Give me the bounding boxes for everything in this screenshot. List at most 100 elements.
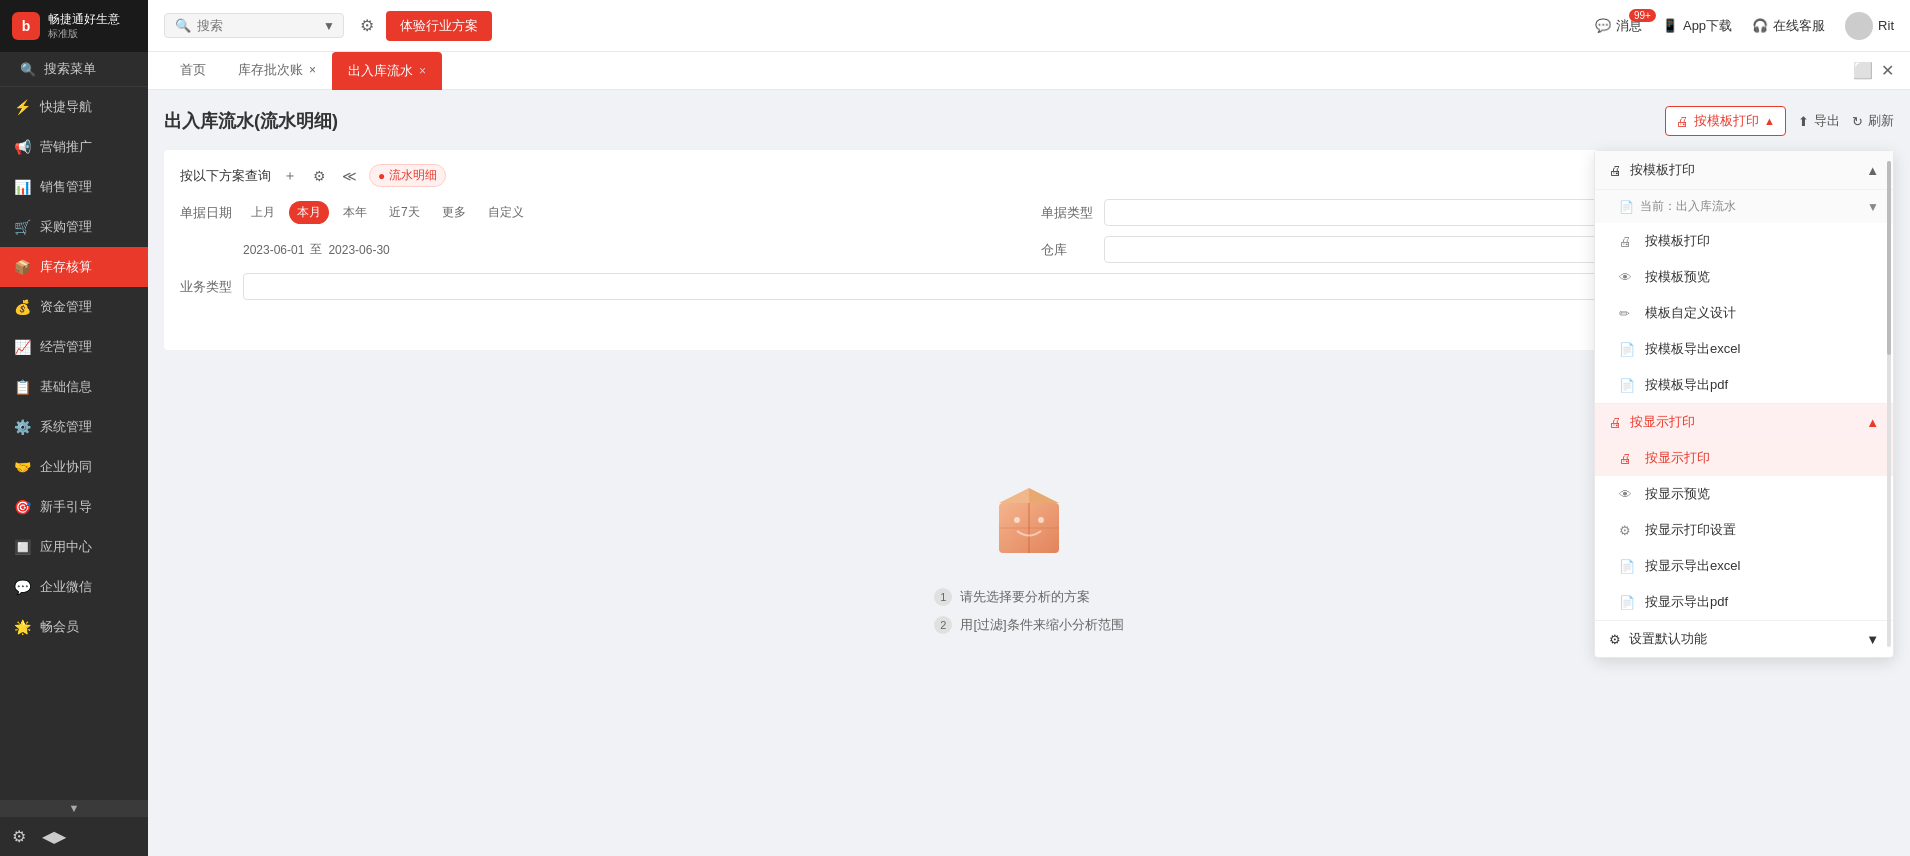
- settings-gear-icon[interactable]: ⚙: [12, 827, 26, 846]
- sidebar-item-marketing[interactable]: 📢 营销推广: [0, 127, 148, 167]
- sidebar-search[interactable]: 🔍 搜索菜单: [0, 52, 148, 87]
- sidebar-item-label: 系统管理: [40, 418, 136, 436]
- dropdown-item-template-print[interactable]: 🖨 按模板打印: [1595, 223, 1893, 259]
- sidebar-item-apps[interactable]: 🔲 应用中心: [0, 527, 148, 567]
- set-default-label: 设置默认功能: [1629, 630, 1707, 648]
- date-custom[interactable]: 自定义: [480, 201, 532, 224]
- dropdown-item-set-default[interactable]: ⚙ 设置默认功能 ▼: [1595, 620, 1893, 657]
- display-pdf-label: 按显示导出pdf: [1645, 593, 1728, 611]
- filter-settings-button[interactable]: ⚙: [309, 166, 330, 186]
- close-window-icon[interactable]: ✕: [1881, 61, 1894, 80]
- panel-collapse-icon[interactable]: ▲: [1866, 163, 1879, 178]
- collapse-sidebar-icon[interactable]: ◀▶: [42, 827, 66, 846]
- sidebar-item-guide[interactable]: 🎯 新手引导: [0, 487, 148, 527]
- export-label: 导出: [1814, 112, 1840, 130]
- sidebar-item-system[interactable]: ⚙️ 系统管理: [0, 407, 148, 447]
- panel-scrollbar[interactable]: [1887, 161, 1891, 647]
- sidebar-scroll-down[interactable]: ▼: [0, 800, 148, 816]
- tab-home[interactable]: 首页: [164, 52, 222, 90]
- filter-collapse-button[interactable]: ≪: [338, 166, 361, 186]
- display-print-header-icon: 🖨: [1609, 415, 1622, 430]
- set-default-chevron-icon: ▼: [1866, 632, 1879, 647]
- system-icon: ⚙️: [12, 419, 32, 435]
- guide-icon: 🎯: [12, 499, 32, 515]
- headset-icon: 🎧: [1752, 18, 1768, 33]
- dropdown-panel-header: 🖨 按模板打印 ▲: [1595, 151, 1893, 190]
- refresh-label: 刷新: [1868, 112, 1894, 130]
- sidebar-item-basics[interactable]: 📋 基础信息: [0, 367, 148, 407]
- user-avatar: [1845, 12, 1873, 40]
- sidebar-item-cooperation[interactable]: 🤝 企业协同: [0, 447, 148, 487]
- customer-service-label: 在线客服: [1773, 17, 1825, 35]
- date-last-month[interactable]: 上月: [243, 201, 283, 224]
- display-preview-icon: 👁: [1619, 487, 1635, 502]
- dropdown-item-template-export-pdf[interactable]: 📄 按模板导出pdf: [1595, 367, 1893, 403]
- dropdown-item-template-export-excel[interactable]: 📄 按模板导出excel: [1595, 331, 1893, 367]
- sidebar-item-sales[interactable]: 📊 销售管理: [0, 167, 148, 207]
- sidebar-item-inventory[interactable]: 📦 库存核算: [0, 247, 148, 287]
- dropdown-item-display-preview[interactable]: 👁 按显示预览: [1595, 476, 1893, 512]
- dropdown-item-display-export-pdf[interactable]: 📄 按显示导出pdf: [1595, 584, 1893, 620]
- export-button[interactable]: ⬆ 导出: [1798, 112, 1840, 130]
- maximize-icon[interactable]: ⬜: [1853, 61, 1873, 80]
- tabs-bar: 首页 库存批次账 × 出入库流水 × ⬜ ✕: [148, 52, 1910, 90]
- topbar-search-input[interactable]: [197, 18, 317, 33]
- export-icon: ⬆: [1798, 114, 1809, 129]
- svg-marker-2: [1029, 488, 1059, 503]
- display-print-collapse-icon: ▲: [1866, 415, 1879, 430]
- topbar-search-box[interactable]: 🔍 ▼: [164, 13, 344, 38]
- dropdown-item-template-preview[interactable]: 👁 按模板预览: [1595, 259, 1893, 295]
- sidebar-item-purchase[interactable]: 🛒 采购管理: [0, 207, 148, 247]
- refresh-button[interactable]: ↻ 刷新: [1852, 112, 1894, 130]
- marketing-icon: 📢: [12, 139, 32, 155]
- current-label-text: 当前：出入库流水: [1640, 198, 1736, 215]
- step-1-number: 1: [934, 588, 952, 606]
- display-preview-label: 按显示预览: [1645, 485, 1710, 503]
- date-this-year[interactable]: 本年: [335, 201, 375, 224]
- tab-inventory-flow-label: 出入库流水: [348, 62, 413, 80]
- date-this-month[interactable]: 本月: [289, 201, 329, 224]
- dropdown-item-display-print-settings[interactable]: ⚙ 按显示打印设置: [1595, 512, 1893, 548]
- sidebar-item-finance[interactable]: 💰 资金管理: [0, 287, 148, 327]
- user-profile-button[interactable]: Rit: [1845, 12, 1894, 40]
- dropdown-item-display-export-excel[interactable]: 📄 按显示导出excel: [1595, 548, 1893, 584]
- filter-add-button[interactable]: ＋: [279, 165, 301, 187]
- dropdown-display-print-header[interactable]: 🖨 按显示打印 ▲: [1595, 403, 1893, 440]
- tab-batch-account[interactable]: 库存批次账 ×: [222, 52, 332, 90]
- date-options: 上月 本月 本年 近7天 更多 自定义: [243, 201, 532, 224]
- customer-service-button[interactable]: 🎧 在线客服: [1752, 17, 1825, 35]
- current-template-label: 📄 当前：出入库流水 ▼: [1595, 190, 1893, 223]
- topbar: 🔍 ▼ ⚙ 体验行业方案 💬 消息 99+ 📱 App下载 🎧 在线客服 R: [148, 0, 1910, 52]
- sidebar-item-operations[interactable]: 📈 经营管理: [0, 327, 148, 367]
- industry-solution-button[interactable]: 体验行业方案: [386, 11, 492, 41]
- sidebar-item-quick-nav[interactable]: ⚡ 快捷导航: [0, 87, 148, 127]
- app-download-button[interactable]: 📱 App下载: [1662, 17, 1732, 35]
- dropdown-item-template-customize[interactable]: ✏ 模板自定义设计: [1595, 295, 1893, 331]
- current-chevron-icon: ▼: [1867, 200, 1879, 214]
- panel-title: 按模板打印: [1630, 161, 1695, 179]
- logo-icon: b: [12, 12, 40, 40]
- topbar-search-dropdown[interactable]: ▼: [323, 19, 335, 33]
- tab-inventory-flow-close[interactable]: ×: [419, 64, 426, 78]
- date-more[interactable]: 更多: [434, 201, 474, 224]
- svg-point-5: [1014, 517, 1020, 523]
- date-last-7-days[interactable]: 近7天: [381, 201, 428, 224]
- sidebar-item-member[interactable]: 🌟 畅会员: [0, 607, 148, 647]
- tab-inventory-flow[interactable]: 出入库流水 ×: [332, 52, 442, 90]
- topbar-gear-icon[interactable]: ⚙: [360, 16, 374, 35]
- sidebar-item-label: 采购管理: [40, 218, 136, 236]
- cooperation-icon: 🤝: [12, 459, 32, 475]
- template-print-button[interactable]: 🖨 按模板打印 ▲: [1665, 106, 1786, 136]
- edition-label: 标准版: [48, 27, 120, 41]
- sidebar-item-wechat[interactable]: 💬 企业微信: [0, 567, 148, 607]
- notifications-button[interactable]: 💬 消息 99+: [1595, 17, 1642, 35]
- inventory-icon: 📦: [12, 259, 32, 275]
- tab-batch-account-close[interactable]: ×: [309, 63, 316, 77]
- notifications-badge: 99+: [1629, 9, 1656, 22]
- sidebar-item-label: 应用中心: [40, 538, 136, 556]
- display-settings-icon: ⚙: [1619, 523, 1635, 538]
- template-preview-icon: 👁: [1619, 270, 1635, 285]
- sidebar-item-label: 新手引导: [40, 498, 136, 516]
- dropdown-item-display-print[interactable]: 🖨 按显示打印: [1595, 440, 1893, 476]
- purchase-icon: 🛒: [12, 219, 32, 235]
